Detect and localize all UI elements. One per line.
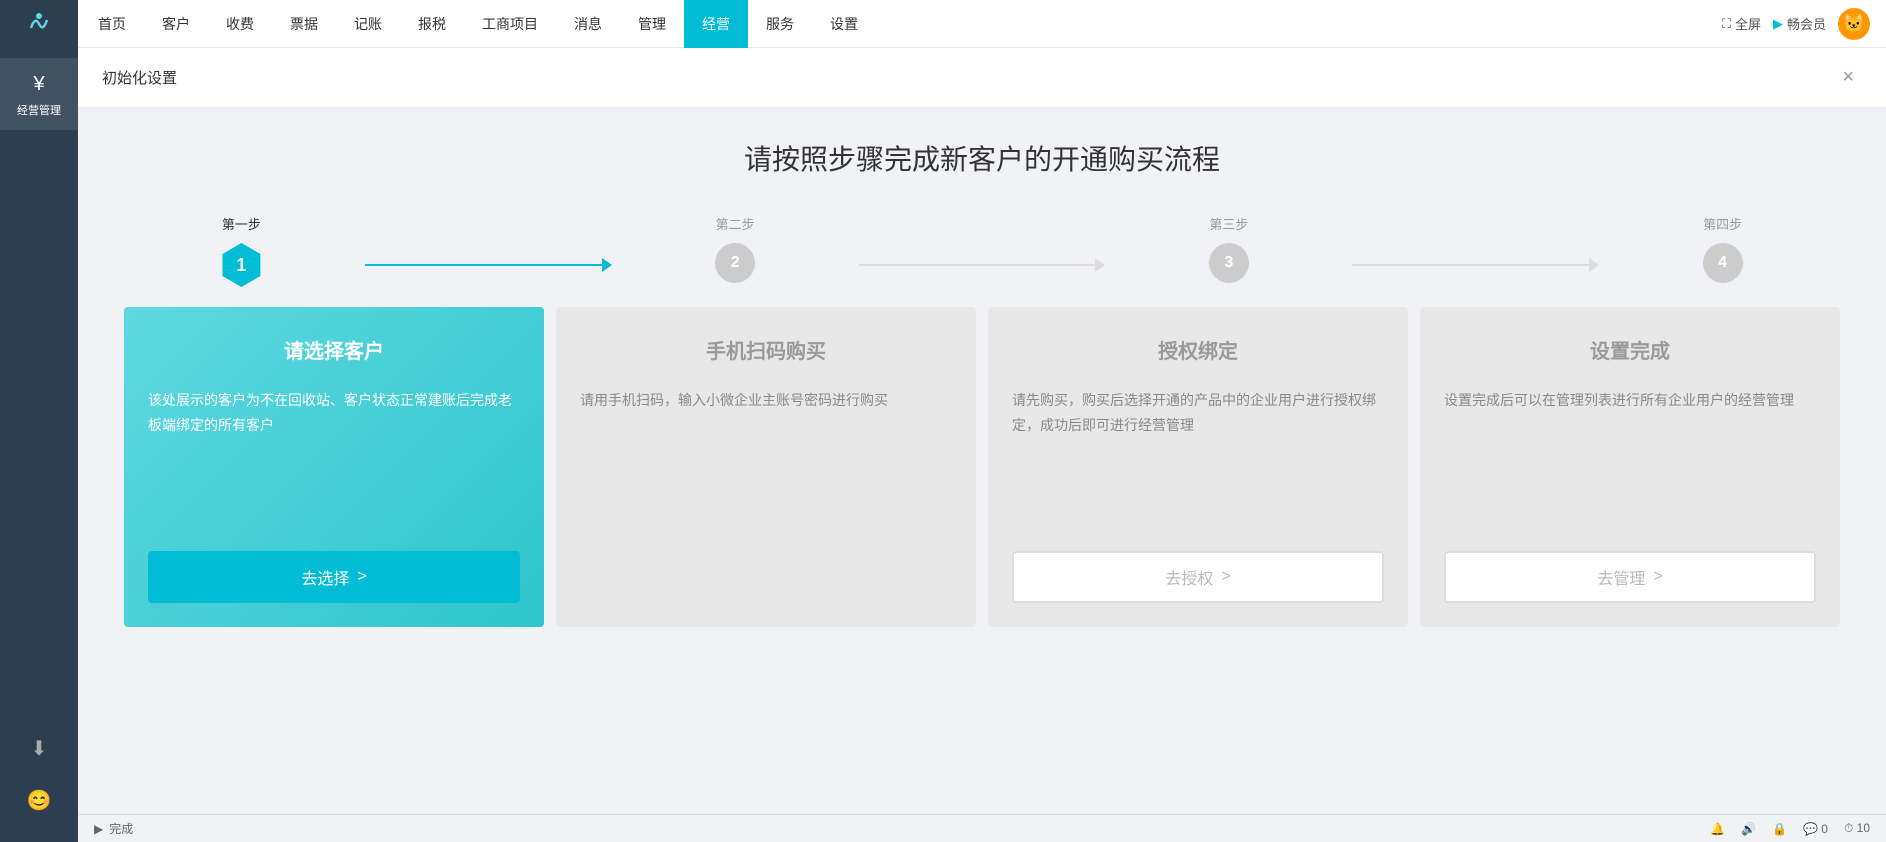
btn-label-4: 去管理 xyxy=(1597,565,1645,589)
card-desc-4: 设置完成后可以在管理列表进行所有企业用户的经营管理 xyxy=(1444,388,1816,531)
play-status-icon: ▶ xyxy=(94,822,103,836)
content-area: 初始化设置 × 请按照步骤完成新客户的开通购买流程 第一步 1 xyxy=(78,48,1886,842)
lock-icon[interactable]: 🔒 xyxy=(1772,822,1787,836)
btn-arrow-3: > xyxy=(1221,568,1230,586)
goto-manage-button[interactable]: 去管理 > xyxy=(1444,551,1816,603)
nav-right-area: ⛶ 全屏 ▶ 畅会员 🐱 xyxy=(1722,8,1886,40)
volume-icon[interactable]: 🔊 xyxy=(1741,822,1756,836)
step-circle-1: 1 xyxy=(219,243,263,287)
step-circle-4: 4 xyxy=(1703,243,1743,283)
card-title-2: 手机扫码购买 xyxy=(580,335,952,364)
goto-auth-button[interactable]: 去授权 > xyxy=(1012,551,1384,603)
sidebar-bottom: ⬇ 😊 xyxy=(0,722,78,842)
card-title-1: 请选择客户 xyxy=(148,335,520,364)
notification-icon[interactable]: 🔔 xyxy=(1710,822,1725,836)
nav-item-customer[interactable]: 客户 xyxy=(144,0,208,48)
nav-item-settings[interactable]: 设置 xyxy=(812,0,876,48)
yuan-icon: ¥ xyxy=(25,70,53,98)
nav-item-message[interactable]: 消息 xyxy=(556,0,620,48)
flow-title: 请按照步骤完成新客户的开通购买流程 xyxy=(118,138,1846,178)
nav-item-home[interactable]: 首页 xyxy=(80,0,144,48)
cards-container: 请选择客户 该处展示的客户为不在回收站、客户状态正常建账后完成老板端绑定的所有客… xyxy=(118,307,1846,627)
arrow-head-2 xyxy=(1095,258,1105,272)
support-icon: 😊 xyxy=(25,786,53,814)
step-label-3: 第三步 xyxy=(1209,214,1248,233)
avatar-icon: 🐱 xyxy=(1843,13,1865,34)
step-wrapper-1: 第一步 1 xyxy=(118,214,365,287)
nav-item-tax[interactable]: 报税 xyxy=(400,0,464,48)
sidebar-item-support[interactable]: 😊 xyxy=(0,774,78,826)
avatar[interactable]: 🐱 xyxy=(1838,8,1870,40)
sidebar-item-operation[interactable]: ¥ 经营管理 xyxy=(0,58,78,130)
fullscreen-button[interactable]: ⛶ 全屏 xyxy=(1722,14,1761,33)
nav-item-business[interactable]: 工商项目 xyxy=(464,0,556,48)
step-wrapper-4: 第四步 4 xyxy=(1599,214,1846,283)
btn-arrow-4: > xyxy=(1653,568,1662,586)
nav-item-bill[interactable]: 票据 xyxy=(272,0,336,48)
card-desc-2: 请用手机扫码，输入小微企业主账号密码进行购买 xyxy=(580,388,952,603)
step-wrapper-3: 第三步 3 xyxy=(1105,214,1352,283)
arrow-head-1 xyxy=(602,258,612,272)
main-layout: ¥ 经营管理 ⬇ 😊 初始化设置 × 请按照步骤完成新客户的开通购买流程 xyxy=(0,48,1886,842)
play-icon: ▶ xyxy=(1773,16,1783,32)
nav-item-service[interactable]: 服务 xyxy=(748,0,812,48)
page-title: 初始化设置 xyxy=(102,67,177,88)
card-desc-1: 该处展示的客户为不在回收站、客户状态正常建账后完成老板端绑定的所有客户 xyxy=(148,388,520,531)
nav-menu: 首页 客户 收费 票据 记账 报税 工商项目 消息 管理 经营 服务 设置 xyxy=(80,0,876,47)
step-wrapper-2: 第二步 2 xyxy=(612,214,859,283)
card-desc-3: 请先购买，购买后选择开通的产品中的企业用户进行授权绑定，成功后即可进行经营管理 xyxy=(1012,388,1384,531)
nav-item-fee[interactable]: 收费 xyxy=(208,0,272,48)
arrow-line-3 xyxy=(1352,264,1589,266)
fullscreen-icon: ⛶ xyxy=(1722,16,1731,32)
btn-label-3: 去授权 xyxy=(1165,565,1213,589)
status-bar-left: ▶ 完成 xyxy=(94,820,133,837)
arrow-head-3 xyxy=(1589,258,1599,272)
nav-item-manage[interactable]: 管理 xyxy=(620,0,684,48)
top-navigation: 首页 客户 收费 票据 记账 报税 工商项目 消息 管理 经营 服务 设置 ⛶ … xyxy=(0,0,1886,48)
card-title-3: 授权绑定 xyxy=(1012,335,1384,364)
card-title-4: 设置完成 xyxy=(1444,335,1816,364)
step-card-4: 设置完成 设置完成后可以在管理列表进行所有企业用户的经营管理 去管理 > xyxy=(1420,307,1840,627)
close-button[interactable]: × xyxy=(1834,62,1862,93)
nav-item-operation[interactable]: 经营 xyxy=(684,0,748,48)
member-label: 畅会员 xyxy=(1787,14,1826,33)
step-circle-2: 2 xyxy=(715,243,755,283)
chat-icon[interactable]: 💬 0 xyxy=(1803,822,1828,836)
nav-item-account[interactable]: 记账 xyxy=(336,0,400,48)
sidebar: ¥ 经营管理 ⬇ 😊 xyxy=(0,48,78,842)
sidebar-item-download[interactable]: ⬇ xyxy=(0,722,78,774)
status-label: 完成 xyxy=(109,820,133,837)
page-header: 初始化设置 × xyxy=(78,48,1886,108)
step-card-3: 授权绑定 请先购买，购买后选择开通的产品中的企业用户进行授权绑定，成功后即可进行… xyxy=(988,307,1408,627)
member-button[interactable]: ▶ 畅会员 xyxy=(1773,14,1826,33)
main-content: 请按照步骤完成新客户的开通购买流程 第一步 1 第二步 2 xyxy=(78,108,1886,814)
btn-label-1: 去选择 xyxy=(301,565,349,589)
step-card-1: 请选择客户 该处展示的客户为不在回收站、客户状态正常建账后完成老板端绑定的所有客… xyxy=(124,307,544,627)
goto-select-button[interactable]: 去选择 > xyxy=(148,551,520,603)
step-card-2: 手机扫码购买 请用手机扫码，输入小微企业主账号密码进行购买 xyxy=(556,307,976,627)
btn-arrow-1: > xyxy=(357,568,366,586)
arrow-line-1 xyxy=(365,264,602,266)
status-bar: ▶ 完成 🔔 🔊 🔒 💬 0 ⏱ 10 xyxy=(78,814,1886,842)
step-label-1: 第一步 xyxy=(222,214,261,233)
step-label-2: 第二步 xyxy=(716,214,755,233)
sidebar-item-label: 经营管理 xyxy=(17,102,61,118)
arrow-line-2 xyxy=(859,264,1096,266)
step-circle-3: 3 xyxy=(1209,243,1249,283)
fullscreen-label: 全屏 xyxy=(1735,14,1761,33)
step-label-4: 第四步 xyxy=(1703,214,1742,233)
steps-container: 第一步 1 第二步 2 xyxy=(118,214,1846,287)
logo[interactable] xyxy=(0,0,78,48)
download-icon: ⬇ xyxy=(25,734,53,762)
timer-icon[interactable]: ⏱ 10 xyxy=(1844,821,1870,836)
status-bar-right: 🔔 🔊 🔒 💬 0 ⏱ 10 xyxy=(1710,821,1870,836)
